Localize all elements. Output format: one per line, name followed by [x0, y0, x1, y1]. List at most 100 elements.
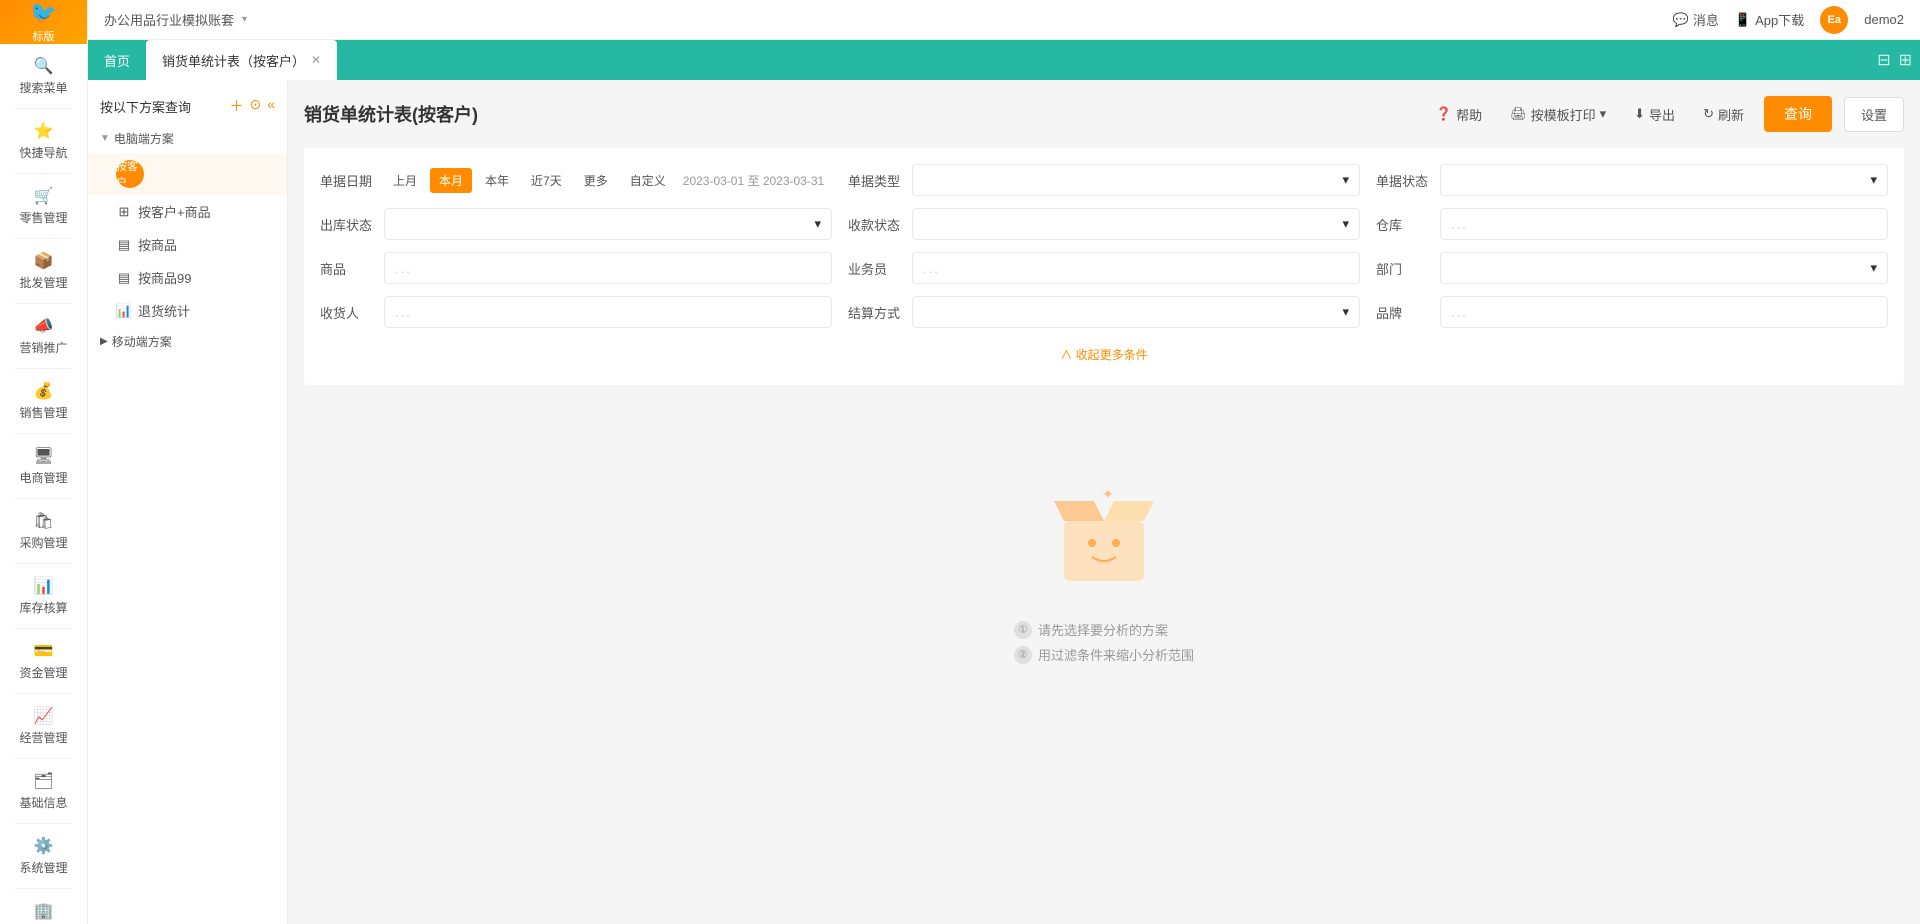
filter-receiver: 收货人 ...: [320, 296, 832, 328]
content-area: 按以下方案查询 ＋ ⊙ « ▼ 电脑端方案 按客户: [88, 80, 1920, 924]
collapse-panel-icon[interactable]: «: [267, 96, 275, 116]
brand-label: 品牌: [1376, 303, 1432, 322]
print-dropdown-arrow[interactable]: ▾: [1600, 106, 1607, 122]
username: demo2: [1864, 12, 1904, 27]
sidebar-item-wholesale[interactable]: 📦批发管理: [15, 239, 71, 304]
main-container: 办公用品行业模拟账套 ▾ 💬 消息 📱 App下载 Ea demo2 首页 销货…: [88, 0, 1920, 924]
sidebar-item-base[interactable]: 🗂基础信息: [15, 759, 71, 824]
tip-num-2: ②: [1014, 646, 1032, 664]
refresh-icon: ↻: [1703, 106, 1714, 122]
scheme-return-stats[interactable]: 📊 退货统计: [88, 294, 287, 327]
tab-sales-stats-label: 销货单统计表（按客户）: [162, 51, 305, 70]
filter-goods: 商品 ...: [320, 252, 832, 284]
query-button[interactable]: 查询: [1764, 96, 1832, 132]
desktop-group-header[interactable]: ▼ 电脑端方案: [88, 124, 287, 153]
date-more[interactable]: 更多: [575, 168, 617, 193]
dept-control[interactable]: ▾: [1440, 252, 1888, 284]
sidebar-label-sales: 销售管理: [19, 406, 67, 420]
sidebar-item-marketing[interactable]: 📣营销推广: [15, 304, 71, 369]
doc-type-arrow: ▾: [1342, 172, 1349, 188]
message-button[interactable]: 💬 消息: [1673, 10, 1719, 29]
date-last7[interactable]: 近7天: [522, 168, 571, 193]
out-status-control[interactable]: ▾: [384, 208, 832, 240]
tab-home[interactable]: 首页: [88, 40, 146, 80]
doc-type-control[interactable]: ▾: [912, 164, 1360, 196]
left-panel-icons: ＋ ⊙ «: [229, 96, 275, 116]
top-header: 办公用品行业模拟账套 ▾ 💬 消息 📱 App下载 Ea demo2: [88, 0, 1920, 40]
page-title: 销货单统计表(按客户): [304, 101, 478, 127]
tab-minimize-icon[interactable]: ⊟: [1877, 50, 1890, 70]
sidebar-item-finance[interactable]: 💳资金管理: [15, 629, 71, 694]
scheme-by-goods[interactable]: ▤ 按商品: [88, 228, 287, 261]
sidebar-item-search[interactable]: 🔍搜索菜单: [15, 44, 71, 109]
filter-row-2: 出库状态 ▾ 收款状态 ▾ 仓库: [320, 208, 1888, 240]
sidebar-item-purchase[interactable]: 🛍采购管理: [15, 499, 71, 564]
tab-close-icon[interactable]: ✕: [311, 53, 321, 67]
sidebar-item-operations[interactable]: 📈经营管理: [15, 694, 71, 759]
sidebar-icon-purchase: 🛍: [19, 511, 67, 531]
date-custom[interactable]: 自定义: [621, 168, 675, 193]
sidebar-item-enterprise[interactable]: 🏢企业协同: [15, 889, 71, 924]
staff-dots: ...: [923, 261, 940, 276]
warehouse-label: 仓库: [1376, 215, 1432, 234]
sidebar-item-stock[interactable]: 📊库存核算: [15, 564, 71, 629]
tab-sales-stats[interactable]: 销货单统计表（按客户） ✕: [146, 40, 337, 80]
filter-staff: 业务员 ...: [848, 252, 1360, 284]
tab-home-label: 首页: [104, 51, 130, 70]
goods-control[interactable]: ...: [384, 252, 832, 284]
brand-control[interactable]: ...: [1440, 296, 1888, 328]
staff-control[interactable]: ...: [912, 252, 1360, 284]
date-last-month[interactable]: 上月: [384, 168, 426, 193]
settings-scheme-icon[interactable]: ⊙: [249, 96, 261, 116]
print-button[interactable]: 🖨 按模板打印 ▾: [1502, 101, 1614, 128]
date-this-year[interactable]: 本年: [476, 168, 518, 193]
empty-tips: ① 请先选择要分析的方案 ② 用过滤条件来缩小分析范围: [1014, 617, 1194, 667]
settle-control[interactable]: ▾: [912, 296, 1360, 328]
receiver-dots: ...: [395, 305, 412, 320]
add-scheme-icon[interactable]: ＋: [229, 96, 243, 116]
collapse-bar[interactable]: ∧ 收起更多条件: [320, 340, 1888, 369]
scheme-by-customer[interactable]: 按客户: [88, 153, 287, 195]
settings-button[interactable]: 设置: [1844, 97, 1904, 132]
receipt-status-control[interactable]: ▾: [912, 208, 1360, 240]
title-dropdown-arrow[interactable]: ▾: [242, 14, 247, 25]
sidebar-icon-search: 🔍: [19, 56, 67, 76]
scheme-by-goods99[interactable]: ▤ 按商品99: [88, 261, 287, 294]
receiver-control[interactable]: ...: [384, 296, 832, 328]
right-panel: 销货单统计表(按客户) ❓ 帮助 🖨 按模板打印 ▾ ⬇ 导出: [288, 80, 1920, 924]
app-download-button[interactable]: 📱 App下载: [1735, 10, 1804, 29]
sidebar-item-system[interactable]: ⚙️系统管理: [15, 824, 71, 889]
settle-label: 结算方式: [848, 303, 904, 322]
print-icon: 🖨: [1510, 106, 1527, 122]
tab-maximize-icon[interactable]: ⊞: [1899, 50, 1912, 70]
sidebar-item-retail[interactable]: 🛒零售管理: [15, 174, 71, 239]
receipt-status-label: 收款状态: [848, 215, 904, 234]
date-this-month[interactable]: 本月: [430, 168, 472, 193]
date-range: 2023-03-01 至 2023-03-31: [683, 172, 824, 189]
sidebar-item-quick-nav[interactable]: ⭐快捷导航: [15, 109, 71, 174]
doc-status-control[interactable]: ▾: [1440, 164, 1888, 196]
export-label: 导出: [1649, 105, 1675, 124]
header-left: 办公用品行业模拟账套 ▾: [104, 10, 247, 29]
export-button[interactable]: ⬇ 导出: [1626, 101, 1683, 128]
sidebar-item-ecommerce[interactable]: 🖥电商管理: [15, 434, 71, 499]
help-icon: ❓: [1436, 106, 1452, 122]
desktop-group-label: 电脑端方案: [114, 130, 174, 147]
sidebar-label-quick-nav: 快捷导航: [19, 146, 67, 160]
logo-icon: 🐦: [30, 0, 57, 26]
scheme-label-goods: 按商品: [138, 235, 177, 254]
mobile-scheme-group[interactable]: ▶ 移动端方案: [88, 327, 287, 356]
filter-out-status: 出库状态 ▾: [320, 208, 832, 240]
tip-text-1: 请先选择要分析的方案: [1038, 620, 1168, 639]
scheme-by-customer-goods[interactable]: ⊞ 按客户+商品: [88, 195, 287, 228]
tip-text-2: 用过滤条件来缩小分析范围: [1038, 645, 1194, 664]
refresh-button[interactable]: ↻ 刷新: [1695, 101, 1752, 128]
logo-text: 标版: [33, 28, 55, 44]
sidebar-label-finance: 资金管理: [19, 666, 67, 680]
collapse-up-icon: ∧: [1060, 348, 1072, 362]
warehouse-control[interactable]: ...: [1440, 208, 1888, 240]
sidebar-item-sales[interactable]: 💰销售管理: [15, 369, 71, 434]
help-button[interactable]: ❓ 帮助: [1428, 101, 1490, 128]
out-status-arrow: ▾: [814, 216, 821, 232]
avatar[interactable]: Ea: [1820, 6, 1848, 34]
